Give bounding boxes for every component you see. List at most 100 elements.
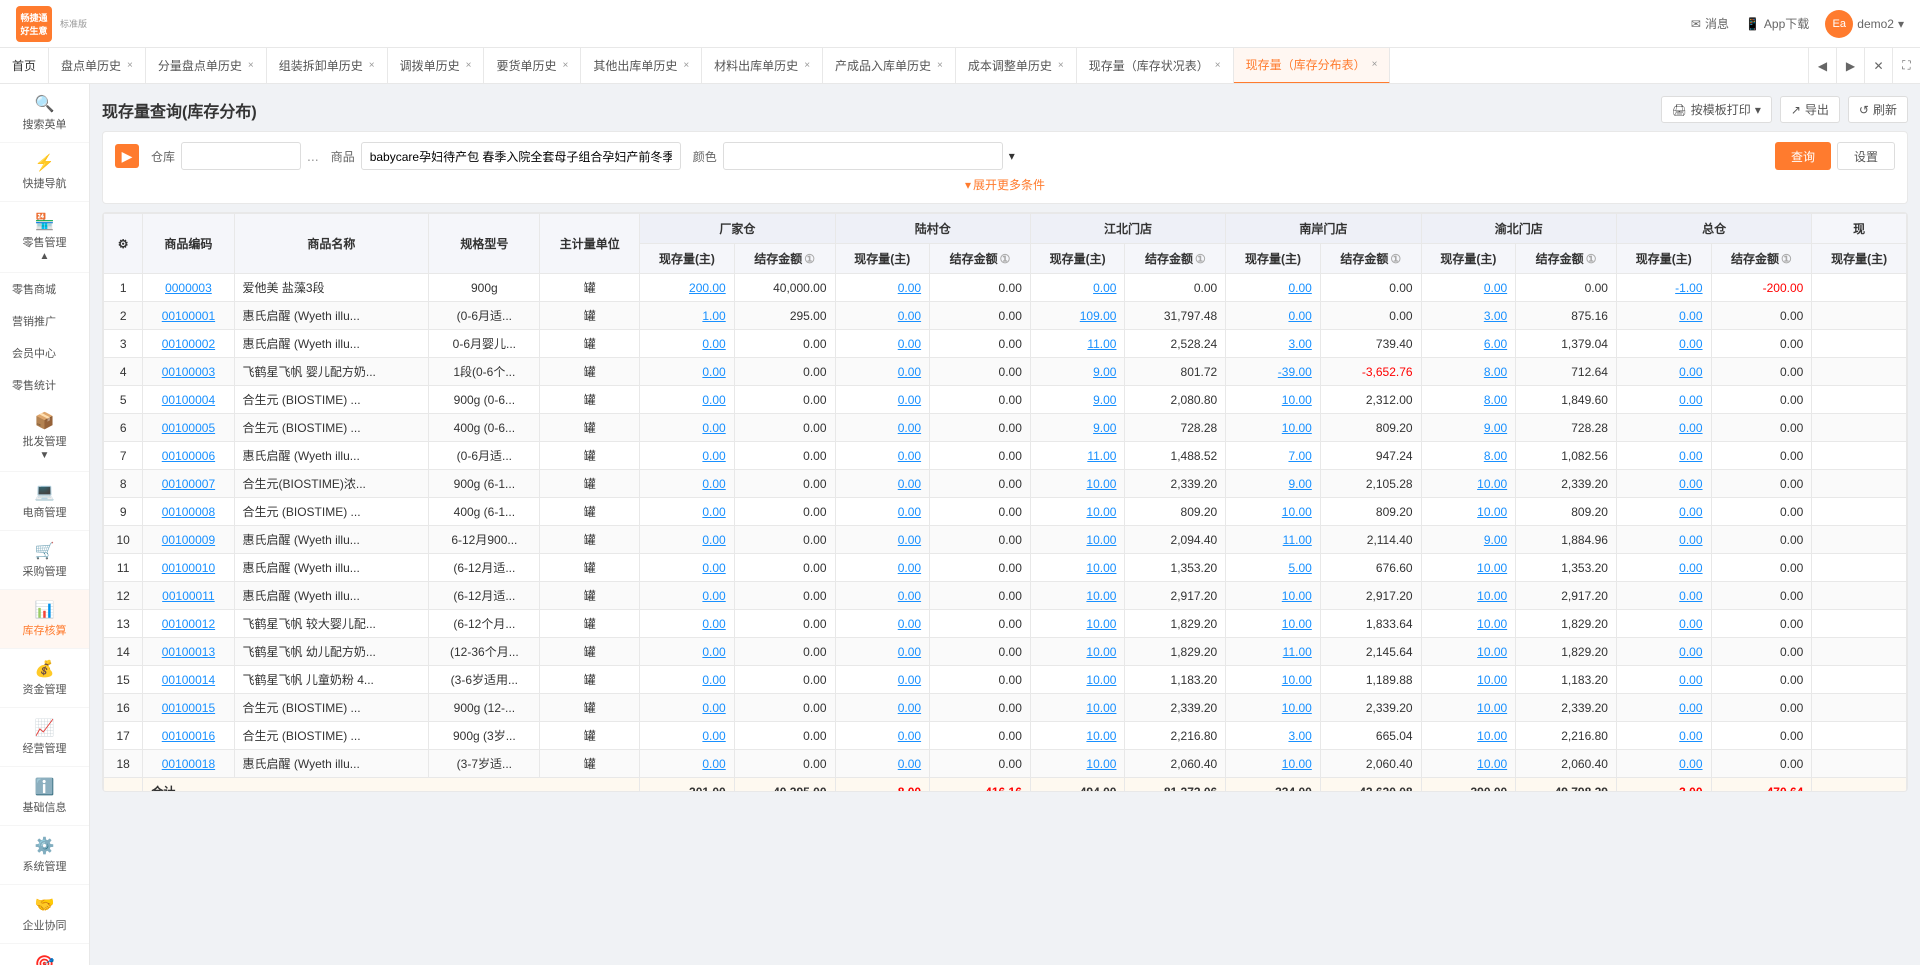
row-code: 00100001 — [143, 302, 234, 330]
tab-material-out[interactable]: 材料出库单历史 × — [702, 48, 823, 84]
tab-close-icon[interactable]: × — [369, 60, 375, 71]
expand-btn[interactable]: ▾ 展开更多条件 — [965, 176, 1045, 193]
sidebar-item-guide[interactable]: 🎯 新手引导 — [0, 944, 89, 965]
sidebar-item-inventory[interactable]: 📊 库存核算 — [0, 590, 89, 649]
zc-amt-info[interactable]: ① — [1781, 252, 1792, 266]
row-spec: 1段(0-6个... — [429, 358, 540, 386]
tab-close-all-btn[interactable]: ✕ — [1864, 48, 1892, 84]
tab-inventory-check[interactable]: 盘点单历史 × — [49, 48, 146, 84]
tab-order[interactable]: 要货单历史 × — [484, 48, 581, 84]
row-name: 爱他美 盐藻3段 — [234, 274, 429, 302]
sidebar-item-wholesale[interactable]: 📦 批发管理 ▼ — [0, 401, 89, 472]
sidebar-item-corp[interactable]: 🤝 企业协同 — [0, 885, 89, 944]
tab-close-icon[interactable]: × — [248, 60, 254, 71]
table-row: 16 00100015 合生元 (BIOSTIME) ... 900g (12-… — [104, 694, 1907, 722]
row-yb-qty: 10.00 — [1421, 694, 1516, 722]
table-row: 10 00100009 惠氏启醒 (Wyeth illu... 6-12月900… — [104, 526, 1907, 554]
sidebar-sub-item-stats[interactable]: 零售统计 — [0, 369, 89, 401]
color-input[interactable] — [723, 142, 1003, 170]
row-name: 合生元 (BIOSTIME) ... — [234, 722, 429, 750]
app-download-btn[interactable]: 📱 App下载 — [1745, 15, 1809, 32]
row-jb-amt: 809.20 — [1125, 498, 1226, 526]
tab-home[interactable]: 首页 — [0, 48, 49, 84]
yb-amt-info[interactable]: ① — [1586, 252, 1597, 266]
sum-zc-amt: -470.64 — [1711, 778, 1812, 793]
row-jb-amt: 0.00 — [1125, 274, 1226, 302]
sum-label-cell — [104, 778, 143, 793]
filter-product: 商品 — [331, 142, 681, 170]
tab-next-btn[interactable]: ▶ — [1836, 48, 1864, 84]
row-f-amt: 0.00 — [734, 694, 835, 722]
row-unit: 罐 — [540, 638, 640, 666]
row-na-qty: 10.00 — [1226, 414, 1321, 442]
sidebar-item-retail[interactable]: 🏪 零售管理 ▲ — [0, 202, 89, 273]
settings-col-header[interactable]: ⚙ — [104, 214, 143, 274]
l-qty-header: 现存量(主) — [835, 244, 930, 274]
setting-btn[interactable]: 设置 — [1837, 142, 1895, 170]
message-btn[interactable]: ✉ 消息 — [1691, 15, 1729, 32]
row-zc-amt: 0.00 — [1711, 470, 1812, 498]
tab-transfer[interactable]: 调拨单历史 × — [388, 48, 485, 84]
tab-close-icon[interactable]: × — [804, 60, 810, 71]
tab-close-icon[interactable]: × — [1058, 60, 1064, 71]
row-f-amt: 0.00 — [734, 442, 835, 470]
sum-row: 合计 201.00 40,295.00 -8.00 -416.16 494.00… — [104, 778, 1907, 793]
row-na-amt: 1,833.64 — [1320, 610, 1421, 638]
sidebar-item-search[interactable]: 🔍 搜索英单 — [0, 84, 89, 143]
sidebar-item-finance[interactable]: 💰 资金管理 — [0, 649, 89, 708]
tab-cost-adjust[interactable]: 成本调整单历史 × — [956, 48, 1077, 84]
tab-other-out[interactable]: 其他出库单历史 × — [581, 48, 702, 84]
print-btn[interactable]: 🖨 按模板打印 ▾ — [1661, 96, 1772, 123]
logo-area: 畅捷通好生意 标准版 — [16, 6, 106, 42]
row-jb-amt: 2,060.40 — [1125, 750, 1226, 778]
tab-assembly[interactable]: 组装拆卸单历史 × — [267, 48, 388, 84]
jb-amt-info[interactable]: ① — [1195, 252, 1206, 266]
tab-stock-dist[interactable]: 现存量（库存分布表） × — [1234, 48, 1391, 84]
tab-close-icon[interactable]: × — [683, 60, 689, 71]
row-no: 4 — [104, 358, 143, 386]
tab-product-in[interactable]: 产成品入库单历史 × — [823, 48, 956, 84]
sidebar-item-nav[interactable]: ⚡ 快捷导航 — [0, 143, 89, 202]
row-f-qty: 0.00 — [640, 610, 735, 638]
sidebar-sub-item-marketing[interactable]: 营销推广 — [0, 305, 89, 337]
refresh-btn[interactable]: ↺ 刷新 — [1848, 96, 1908, 123]
total-wh-header: 总仓 — [1616, 214, 1811, 244]
tab-expand-btn[interactable]: ⛶ — [1892, 48, 1920, 84]
na-amt-info[interactable]: ① — [1390, 252, 1401, 266]
warehouse-input[interactable] — [181, 142, 301, 170]
sidebar-item-purchase[interactable]: 🛒 采购管理 — [0, 531, 89, 590]
tab-sub-inventory[interactable]: 分量盘点单历史 × — [146, 48, 267, 84]
tab-close-icon[interactable]: × — [1215, 60, 1221, 71]
export-btn[interactable]: ↗ 导出 — [1780, 96, 1840, 123]
row-code: 00100005 — [143, 414, 234, 442]
row-unit: 罐 — [540, 274, 640, 302]
filter-toggle-btn[interactable]: ▶ — [115, 144, 139, 168]
sidebar-sub-item-mall[interactable]: 零售商城 — [0, 273, 89, 305]
sidebar-item-system[interactable]: ⚙️ 系统管理 — [0, 826, 89, 885]
f-amt-info[interactable]: ① — [804, 252, 815, 266]
sidebar-item-basic[interactable]: ℹ️ 基础信息 — [0, 767, 89, 826]
tab-close-icon[interactable]: × — [1372, 59, 1378, 70]
tab-label: 成本调整单历史 — [968, 57, 1052, 74]
row-f-qty: 0.00 — [640, 470, 735, 498]
tab-close-icon[interactable]: × — [127, 60, 133, 71]
row-na-qty: 11.00 — [1226, 638, 1321, 666]
row-unit: 罐 — [540, 666, 640, 694]
product-input[interactable] — [361, 142, 681, 170]
sidebar-item-ecom[interactable]: 💻 电商管理 — [0, 472, 89, 531]
row-zc-amt: 0.00 — [1711, 666, 1812, 694]
table-container[interactable]: ⚙ 商品编码 商品名称 规格型号 主计量单位 厂家仓 陆村仓 江北门店 南岸门店… — [102, 212, 1908, 792]
user-area[interactable]: Ea demo2 ▾ — [1825, 10, 1904, 38]
tab-prev-btn[interactable]: ◀ — [1808, 48, 1836, 84]
l-amt-info[interactable]: ① — [1000, 252, 1011, 266]
query-btn[interactable]: 查询 — [1775, 142, 1831, 170]
row-l-qty: 0.00 — [835, 694, 930, 722]
sidebar-item-management[interactable]: 📈 经营管理 — [0, 708, 89, 767]
row-yb-qty: 10.00 — [1421, 554, 1516, 582]
sidebar-sub-item-member[interactable]: 会员中心 — [0, 337, 89, 369]
tab-close-icon[interactable]: × — [562, 60, 568, 71]
tab-stock-status[interactable]: 现存量（库存状况表） × — [1077, 48, 1234, 84]
tab-close-icon[interactable]: × — [937, 60, 943, 71]
username: demo2 — [1857, 17, 1894, 31]
tab-close-icon[interactable]: × — [466, 60, 472, 71]
